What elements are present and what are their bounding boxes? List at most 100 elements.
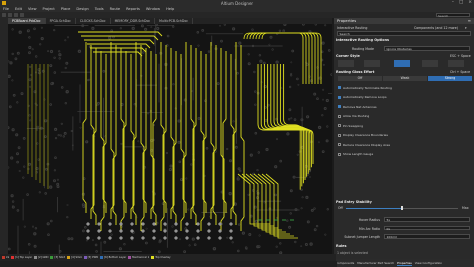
layer-tab[interactable]: Mechanical 1 (128, 256, 149, 259)
gloss-option-off[interactable]: Off (338, 76, 382, 81)
pcb-via (237, 250, 239, 252)
panel-menu-icon[interactable]: ≡ (468, 18, 471, 24)
gloss-hint: Ctrl + Space (450, 70, 471, 74)
checkbox[interactable] (338, 86, 341, 89)
pcb-via (317, 98, 318, 100)
corner-45-arc-button[interactable] (394, 60, 410, 67)
pcb-via (166, 44, 168, 46)
pcb-via (12, 201, 14, 203)
toolbar-redo-icon[interactable] (20, 13, 24, 17)
layer-color-swatch (11, 256, 15, 259)
properties-title: Properties (337, 18, 357, 23)
pcb-via (8, 248, 10, 250)
corner-45-button[interactable] (364, 60, 380, 67)
filter-icon[interactable]: ▾ (465, 26, 467, 30)
pcb-via (170, 165, 172, 167)
slider-track[interactable] (346, 206, 458, 210)
panel-tab[interactable]: Manufacturer Part Search (357, 261, 394, 265)
menu-item-help[interactable]: Help (163, 7, 177, 11)
pcb-trace (190, 45, 195, 219)
pcb-via (8, 60, 9, 62)
menu-item-design[interactable]: Design (73, 7, 91, 11)
pcb-via (64, 132, 66, 134)
pcb-via (123, 243, 125, 245)
pcb-via (197, 237, 199, 239)
pcb-via (197, 31, 199, 33)
layer-tab[interactable]: [5] PWR (83, 256, 98, 259)
field-input[interactable]: 100mil (384, 234, 470, 239)
slider-fill (346, 207, 402, 209)
panel-tab[interactable]: View Configuration (415, 261, 442, 265)
checkbox[interactable] (338, 133, 341, 137)
pcb-via (67, 204, 68, 206)
pcb-via (45, 120, 47, 122)
pcb-via (146, 228, 148, 230)
corner-any-angle-button[interactable] (448, 60, 464, 67)
pcb-via (286, 220, 288, 222)
checkbox[interactable] (338, 114, 341, 118)
pcb-canvas[interactable] (8, 24, 332, 254)
pcb-via (36, 143, 38, 144)
pcb-via (12, 206, 14, 208)
toolbar-open-icon[interactable] (8, 13, 12, 17)
routing-mode-select[interactable]: Ignore Obstacles (384, 46, 470, 51)
mode-value[interactable]: Components (and 12 more) (414, 26, 458, 30)
pcb-via (258, 246, 260, 248)
pcb-via (111, 30, 113, 32)
pcb-via (35, 227, 37, 229)
menu-item-route[interactable]: Route (107, 7, 123, 11)
pcb-via (181, 179, 182, 181)
menu-item-view[interactable]: View (25, 7, 40, 11)
pcb-via (221, 191, 223, 193)
panel-tab[interactable]: Properties (397, 261, 412, 266)
layer-tab[interactable]: [4] SIG4 (67, 256, 82, 259)
menu-item-edit[interactable]: Edit (12, 7, 25, 11)
pcb-via (252, 190, 254, 191)
pcb-via (50, 104, 52, 105)
toolbar-save-icon[interactable] (2, 13, 6, 17)
menu-item-window[interactable]: Window (143, 7, 163, 11)
corner-90-button[interactable] (338, 60, 354, 67)
checkbox[interactable] (338, 105, 341, 108)
pcb-via (302, 196, 304, 198)
menu-item-project[interactable]: Project (40, 7, 58, 11)
gloss-option-weak[interactable]: Weak (383, 76, 427, 81)
menu-item-tools[interactable]: Tools (92, 7, 107, 11)
menu-item-file[interactable]: File (0, 7, 12, 11)
section-interactive-routing-options[interactable]: Interactive Routing Options (336, 38, 389, 42)
layer-tab[interactable]: LS (2, 256, 9, 259)
field-input[interactable]: 5x (384, 217, 470, 222)
gloss-option-strong[interactable]: Strong (428, 76, 472, 81)
menu-item-place[interactable]: Place (58, 7, 74, 11)
pcb-via (153, 124, 155, 126)
checkbox[interactable] (338, 152, 341, 156)
menu-item-reports[interactable]: Reports (123, 7, 143, 11)
checkbox[interactable] (338, 95, 341, 99)
layer-tab[interactable]: Top Overlay (151, 256, 171, 259)
pcb-via (111, 234, 113, 236)
corner-90-arc-button[interactable] (422, 60, 438, 67)
pcb-via (184, 251, 186, 253)
pcb-via (276, 246, 278, 248)
checkbox[interactable] (338, 124, 341, 127)
layer-tab[interactable]: [3] SIG3 (50, 256, 65, 259)
checkbox[interactable] (338, 143, 341, 146)
pcb-via (54, 169, 56, 171)
layer-tab[interactable]: [6] Bottom Layer (100, 256, 126, 259)
pcb-via (239, 170, 241, 172)
section-rules[interactable]: Rules (336, 244, 347, 248)
panel-tab[interactable]: Components (336, 261, 354, 265)
pcb-via (45, 192, 47, 194)
properties-search-input[interactable]: Search (337, 31, 471, 36)
pcb-via (275, 166, 277, 168)
global-search-input[interactable]: Search (436, 12, 470, 18)
layer-tab[interactable]: [2] GND (34, 256, 48, 259)
pcb-via (326, 126, 328, 127)
field-input[interactable]: 0x (384, 225, 470, 231)
slider-thumb[interactable] (401, 206, 403, 210)
routing-mode-label: Routing Mode (352, 47, 374, 51)
pcb-via (11, 157, 13, 159)
toolbar-undo-icon[interactable] (14, 13, 18, 17)
pcb-via (156, 222, 158, 224)
layer-tab[interactable]: [1] Top Layer (11, 256, 32, 259)
